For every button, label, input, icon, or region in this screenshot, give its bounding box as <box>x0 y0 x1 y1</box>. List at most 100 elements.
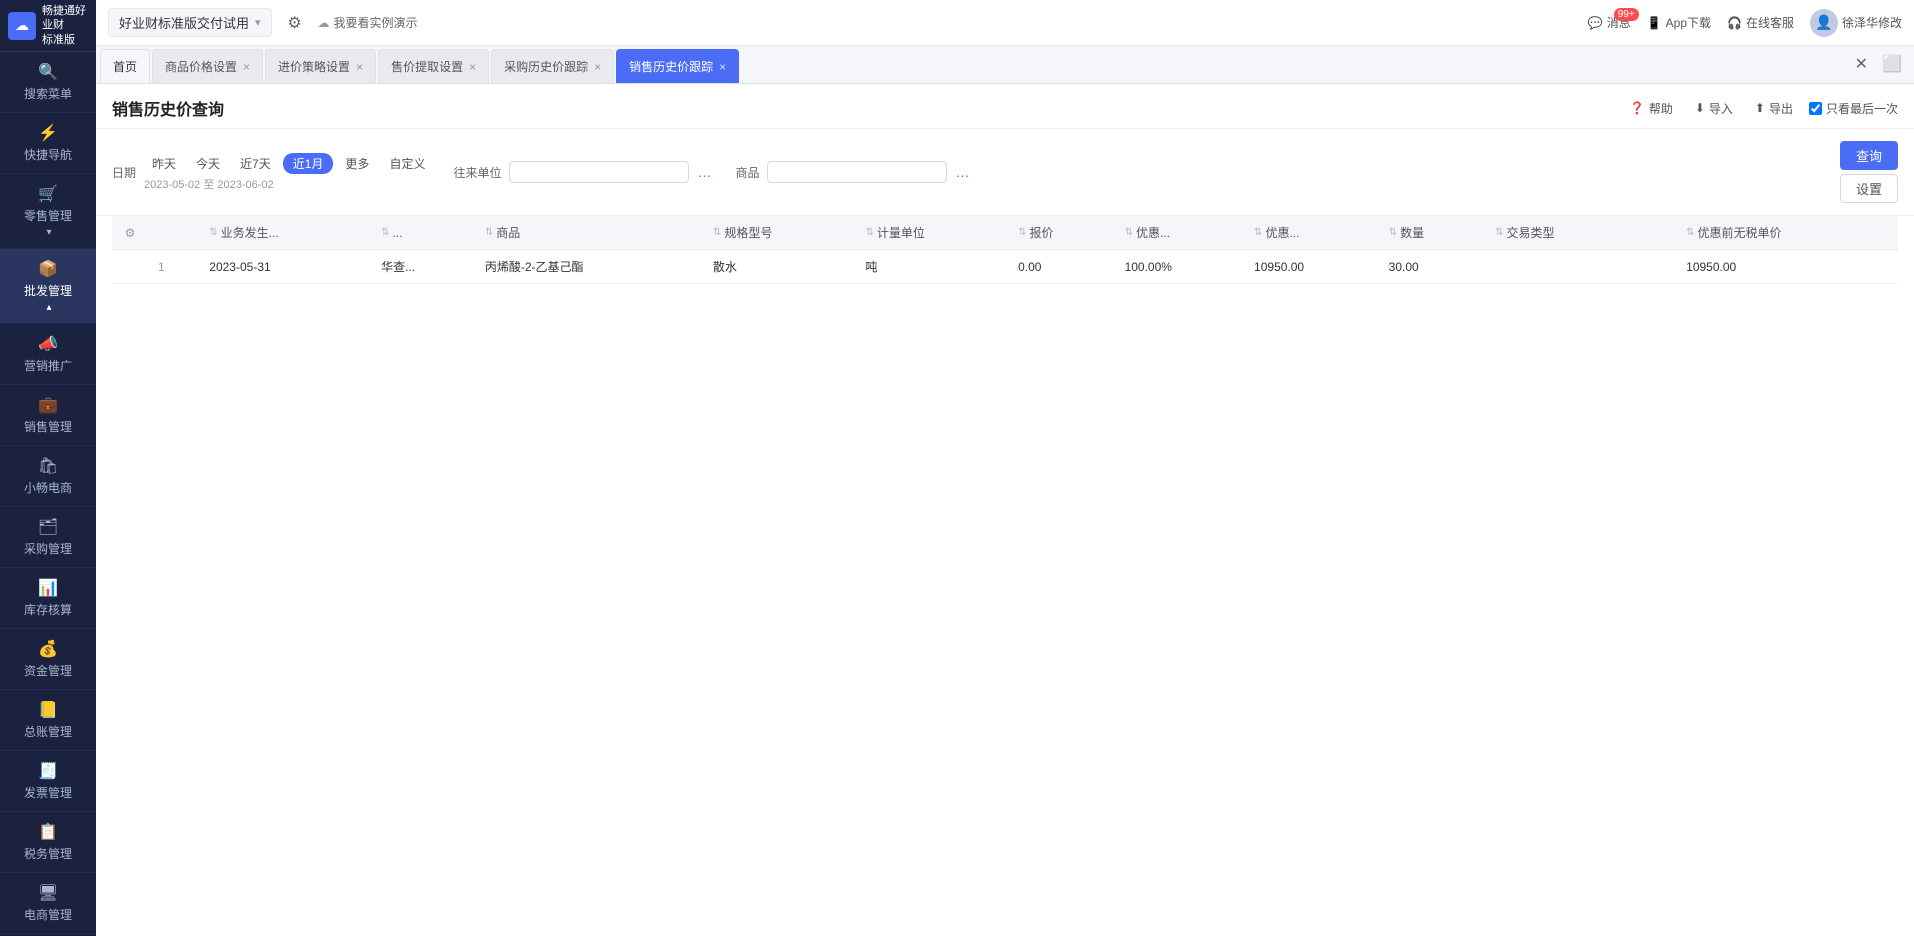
sidebar-item-inventory[interactable]: 📊 库存核算 <box>0 568 96 629</box>
source-unit-input[interactable] <box>509 161 689 183</box>
app-download-button[interactable]: 📱 App下载 <box>1647 14 1711 31</box>
online-service-button[interactable]: 🎧 在线客服 <box>1727 14 1794 31</box>
th-discount2-label: 优惠... <box>1265 224 1299 241</box>
th-biz-date-label: 业务发生... <box>221 224 279 241</box>
tab-sales-history[interactable]: 销售历史价跟踪 × <box>616 49 739 83</box>
filters-area: 日期 昨天 今天 近7天 近1月 更多 自定义 2023-05-02 至 202… <box>96 129 1914 216</box>
tab-price-extract[interactable]: 售价提取设置 × <box>378 49 489 83</box>
th-quantity[interactable]: ⇅ 数量 <box>1379 216 1485 250</box>
tab-panel-controls: ✕ ⬜ <box>1843 46 1914 83</box>
tab-close-icon[interactable]: × <box>356 60 363 74</box>
sidebar-item-invoice[interactable]: 🧾 发票管理 <box>0 751 96 812</box>
th-unit[interactable]: ⇅ 计量单位 <box>856 216 1009 250</box>
product-input[interactable] <box>767 161 947 183</box>
sidebar-item-quick-nav[interactable]: ⚡ 快捷导航 <box>0 113 96 174</box>
th-product[interactable]: ⇅ 商品 <box>475 216 703 250</box>
sort-icon: ⇅ <box>209 227 217 238</box>
tab-close-icon[interactable]: × <box>469 60 476 74</box>
only-last-checkbox[interactable] <box>1809 102 1822 115</box>
date-more[interactable]: 更多 <box>337 153 377 174</box>
tab-sales-history-label: 销售历史价跟踪 <box>629 58 713 75</box>
demo-link-label: 我要看实例演示 <box>334 14 418 31</box>
sidebar-item-ecommerce[interactable]: 🖥 电商管理 <box>0 873 96 934</box>
sidebar-item-marketing[interactable]: 📣 营销推广 <box>0 324 96 385</box>
page-actions: ❓ 帮助 ⬇ 导入 ⬆ 导出 只看最后一次 <box>1624 97 1898 120</box>
th-discount2[interactable]: ⇅ 优惠... <box>1244 216 1379 250</box>
invoice-icon: 🧾 <box>38 761 58 781</box>
tab-close-icon[interactable]: × <box>243 60 250 74</box>
sidebar-item-label: 资金管理 <box>24 662 72 679</box>
sidebar-item-wholesale[interactable]: 📦 批发管理 ▴ <box>0 249 96 324</box>
expand-panel-icon[interactable]: ⬜ <box>1878 52 1906 76</box>
sidebar-item-label: 销售管理 <box>24 418 72 435</box>
help-button[interactable]: ❓ 帮助 <box>1624 97 1679 120</box>
th-spec[interactable]: ⇅ 规格型号 <box>703 216 856 250</box>
date-last7[interactable]: 近7天 <box>232 153 279 174</box>
sort-icon: ⇅ <box>1018 227 1026 238</box>
row-spec: 散水 <box>703 250 856 284</box>
th-pretax-price-label: 优惠前无税单价 <box>1698 224 1782 241</box>
page-header: 销售历史价查询 ❓ 帮助 ⬇ 导入 ⬆ 导出 只看最后一次 <box>96 84 1914 129</box>
th-biz-date[interactable]: ⇅ 业务发生... <box>199 216 371 250</box>
export-button[interactable]: ⬆ 导出 <box>1749 97 1799 120</box>
tab-product-price[interactable]: 商品价格设置 × <box>152 49 263 83</box>
headset-icon: 🎧 <box>1727 16 1742 30</box>
gear-settings-icon[interactable]: ⚙ <box>125 226 136 240</box>
ecommerce-icon: 🖥 <box>38 883 58 903</box>
row-unit: 吨 <box>856 250 1009 284</box>
settings-filter-button[interactable]: 设置 <box>1840 174 1898 203</box>
app-selector[interactable]: 好业财标准版交付试用 ▾ <box>108 8 272 37</box>
sidebar-item-sales[interactable]: 💼 销售管理 <box>0 385 96 446</box>
th-quoted-price[interactable]: ⇅ 报价 <box>1008 216 1114 250</box>
tab-close-icon[interactable]: × <box>594 60 601 74</box>
message-button[interactable]: 💬 消息 99+ <box>1588 14 1631 31</box>
chevron-down-icon: ▾ <box>46 227 51 238</box>
export-icon: ⬆ <box>1755 101 1765 115</box>
tab-close-icon[interactable]: × <box>719 60 726 74</box>
page-title: 销售历史价查询 <box>112 96 224 120</box>
user-profile[interactable]: 👤 徐泽华修改 <box>1810 9 1902 37</box>
sidebar-item-tax[interactable]: 📋 税务管理 <box>0 812 96 873</box>
tab-price-extract-label: 售价提取设置 <box>391 58 463 75</box>
source-unit-input-area: … <box>509 161 715 183</box>
table-row[interactable]: 1 2023-05-31 华查... 丙烯酸-2-乙基己酯 散水 吨 0.00 … <box>112 250 1898 284</box>
close-panel-icon[interactable]: ✕ <box>1851 52 1872 76</box>
product-dots-button[interactable]: … <box>951 162 973 182</box>
tab-purchase-history[interactable]: 采购历史价跟踪 × <box>491 49 614 83</box>
sidebar-item-label: 快捷导航 <box>24 146 72 163</box>
sidebar-item-retail[interactable]: 🛒 零售管理 ▾ <box>0 174 96 249</box>
row-discount1: 100.00% <box>1115 250 1244 284</box>
question-icon: ❓ <box>1630 101 1645 115</box>
tab-home[interactable]: 首页 <box>100 49 150 83</box>
row-pretax-price: 10950.00 <box>1676 250 1898 284</box>
demo-link[interactable]: ☁ 我要看实例演示 <box>318 14 418 31</box>
source-unit-dots-button[interactable]: … <box>693 162 715 182</box>
logo-icon: ☁ <box>8 12 36 40</box>
date-last1month[interactable]: 近1月 <box>283 153 334 174</box>
import-button[interactable]: ⬇ 导入 <box>1689 97 1739 120</box>
sidebar-item-capital[interactable]: 💰 资金管理 <box>0 629 96 690</box>
date-today[interactable]: 今天 <box>188 153 228 174</box>
topbar: 好业财标准版交付试用 ▾ ⚙ ☁ 我要看实例演示 💬 消息 99+ 📱 App下… <box>96 0 1914 46</box>
tab-home-label: 首页 <box>113 58 137 75</box>
th-more-col[interactable]: ⇅ ... <box>371 216 475 250</box>
th-discount1[interactable]: ⇅ 优惠... <box>1115 216 1244 250</box>
tab-purchase-strategy-label: 进价策略设置 <box>278 58 350 75</box>
ledger-icon: 📒 <box>38 700 58 720</box>
product-input-area: … <box>767 161 973 183</box>
logo-text: 畅捷通好业财 标准版 <box>42 4 88 47</box>
tab-purchase-strategy[interactable]: 进价策略设置 × <box>265 49 376 83</box>
import-icon: ⬇ <box>1695 101 1705 115</box>
sidebar-item-purchase[interactable]: 🗂 采购管理 <box>0 507 96 568</box>
date-custom[interactable]: 自定义 <box>381 153 433 174</box>
sidebar-item-search[interactable]: 🔍 搜索菜单 <box>0 52 96 113</box>
sidebar-item-general-ledger[interactable]: 📒 总账管理 <box>0 690 96 751</box>
sidebar-item-label: 小畅电商 <box>24 479 72 496</box>
th-trade-type[interactable]: ⇅ 交易类型 <box>1485 216 1638 250</box>
date-yesterday[interactable]: 昨天 <box>144 153 184 174</box>
gear-button[interactable]: ⚙ <box>280 8 310 38</box>
query-button[interactable]: 查询 <box>1840 141 1898 170</box>
th-pretax-price[interactable]: ⇅ 优惠前无税单价 <box>1676 216 1898 250</box>
sidebar-item-ecommerce-small[interactable]: 🛍 小畅电商 <box>0 446 96 507</box>
chevron-down-icon: ▾ <box>255 16 261 29</box>
